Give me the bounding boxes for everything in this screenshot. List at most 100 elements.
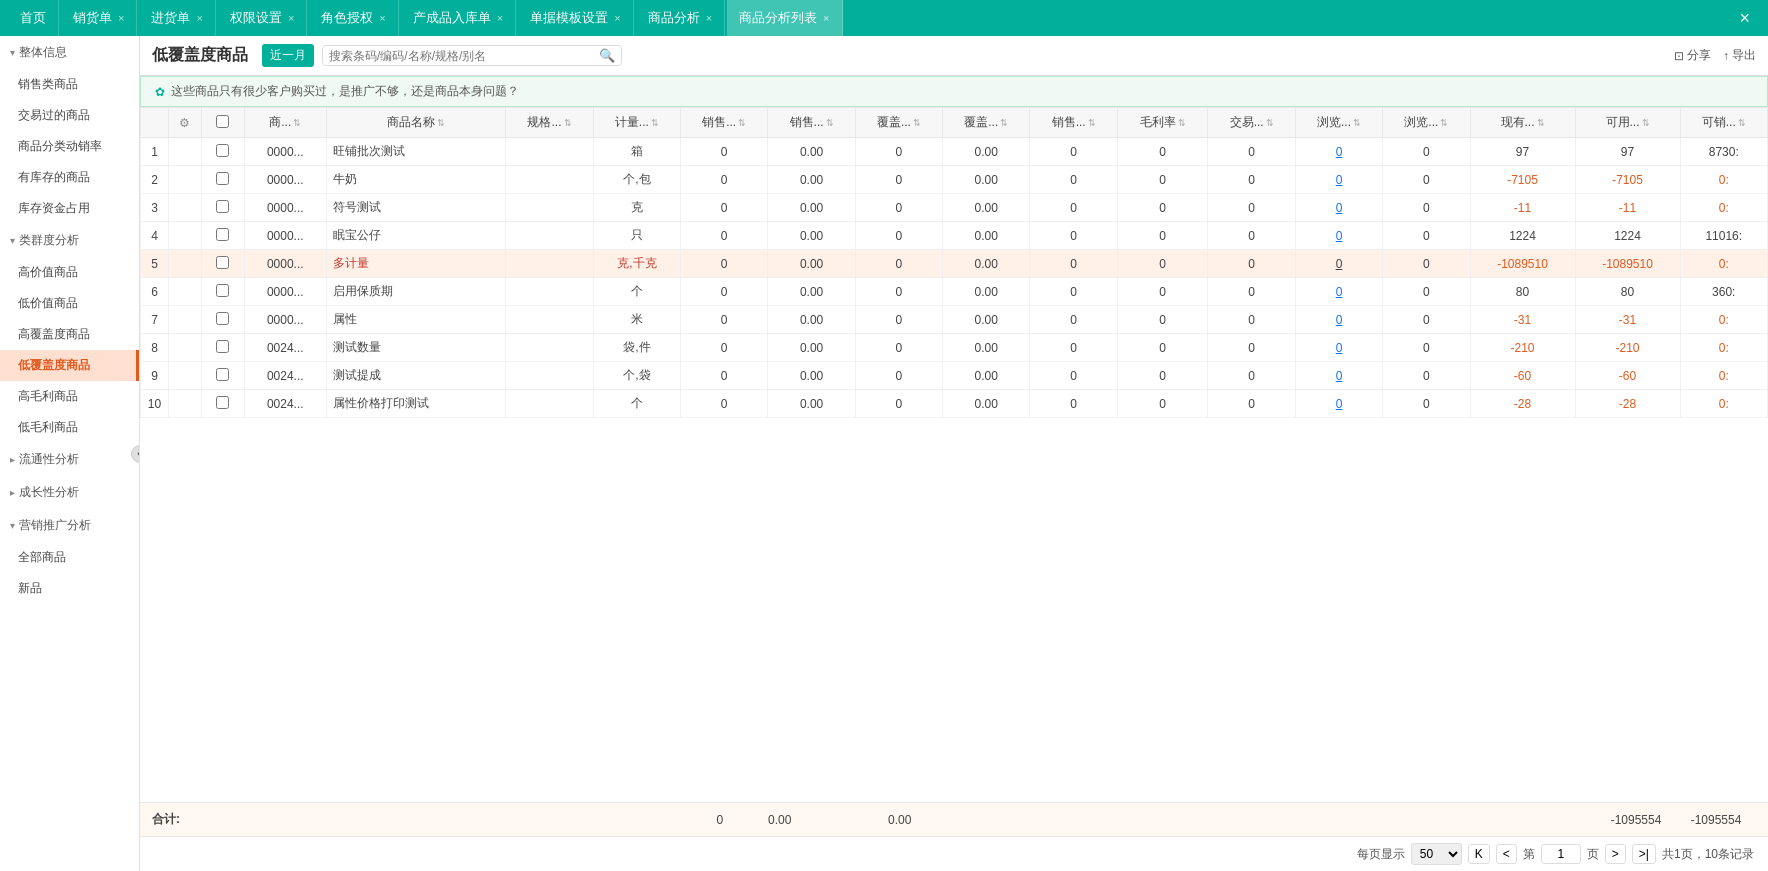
row-name-6: 启用保质期 <box>326 278 506 306</box>
sidebar-item-全部商品[interactable]: 全部商品 <box>0 542 139 573</box>
row-checkbox-7[interactable] <box>216 312 229 325</box>
th-coverage2[interactable]: 覆盖...⇅ <box>943 108 1030 138</box>
sidebar-item-低覆盖度商品[interactable]: 低覆盖度商品 <box>0 350 139 381</box>
per-page-select[interactable]: 2050100 <box>1411 843 1462 865</box>
next-page-button[interactable]: > <box>1605 844 1626 864</box>
sidebar-section-4[interactable]: ▾营销推广分析 <box>0 509 139 542</box>
sidebar-item-高毛利商品[interactable]: 高毛利商品 <box>0 381 139 412</box>
row-sales-cnt-5: 0 <box>1030 250 1117 278</box>
window-close-button[interactable]: × <box>1729 8 1760 29</box>
nav-tab-close-商品分析列表[interactable]: × <box>823 12 829 24</box>
th-browse2[interactable]: 浏览...⇅ <box>1383 108 1470 138</box>
nav-tab-close-进货单[interactable]: × <box>196 12 202 24</box>
nav-tab-close-销货单[interactable]: × <box>118 12 124 24</box>
nav-tab-商品分析[interactable]: 商品分析× <box>636 0 725 36</box>
row-cov2-3: 0.00 <box>943 194 1030 222</box>
sidebar-item-低毛利商品[interactable]: 低毛利商品 <box>0 412 139 443</box>
row-browse1-7[interactable]: 0 <box>1295 306 1382 334</box>
search-input[interactable] <box>329 49 599 63</box>
sidebar-item-高价值商品[interactable]: 高价值商品 <box>0 257 139 288</box>
th-trans[interactable]: 交易...⇅ <box>1208 108 1295 138</box>
th-code[interactable]: 商...⇅ <box>244 108 326 138</box>
row-settings-5 <box>169 250 202 278</box>
row-checkbox-2[interactable] <box>216 172 229 185</box>
row-checkbox-6[interactable] <box>216 284 229 297</box>
row-checkbox-9[interactable] <box>216 368 229 381</box>
prev-page-button[interactable]: < <box>1496 844 1517 864</box>
row-browse1-5[interactable]: 0 <box>1295 250 1382 278</box>
th-gross_rate[interactable]: 毛利率⇅ <box>1117 108 1208 138</box>
sidebar-item-低价值商品[interactable]: 低价值商品 <box>0 288 139 319</box>
table-row: 60000...启用保质期个00.0000.00000008080360: <box>141 278 1768 306</box>
row-browse1-10[interactable]: 0 <box>1295 390 1382 418</box>
row-browse1-2[interactable]: 0 <box>1295 166 1382 194</box>
th-available[interactable]: 可用...⇅ <box>1575 108 1680 138</box>
nav-tab-close-单据模板设置[interactable]: × <box>614 12 620 24</box>
sidebar-item-交易过的商品[interactable]: 交易过的商品 <box>0 100 139 131</box>
sort-icon-unit: ⇅ <box>651 118 659 128</box>
last-page-button[interactable]: >| <box>1632 844 1656 864</box>
sidebar-item-高覆盖度商品[interactable]: 高覆盖度商品 <box>0 319 139 350</box>
th-spec[interactable]: 规格...⇅ <box>506 108 593 138</box>
sidebar-item-新品[interactable]: 新品 <box>0 573 139 604</box>
th-sellable[interactable]: 可销...⇅ <box>1680 108 1767 138</box>
th-sales_amt[interactable]: 销售...⇅ <box>768 108 855 138</box>
row-checkbox-8[interactable] <box>216 340 229 353</box>
th-sales_cnt[interactable]: 销售...⇅ <box>1030 108 1117 138</box>
th-sales_qty[interactable]: 销售...⇅ <box>681 108 768 138</box>
row-checkbox-4[interactable] <box>216 228 229 241</box>
row-browse1-8[interactable]: 0 <box>1295 334 1382 362</box>
section-arrow-1: ▾ <box>10 235 15 246</box>
nav-tab-close-商品分析[interactable]: × <box>706 12 712 24</box>
row-browse1-9[interactable]: 0 <box>1295 362 1382 390</box>
nav-tab-商品分析列表[interactable]: 商品分析列表× <box>727 0 842 36</box>
row-settings-7 <box>169 306 202 334</box>
row-spec-1 <box>506 138 593 166</box>
settings-icon[interactable]: ⚙ <box>179 116 190 130</box>
row-trans-6: 0 <box>1208 278 1295 306</box>
nav-tab-close-产成品入库单[interactable]: × <box>497 12 503 24</box>
nav-tab-单据模板设置[interactable]: 单据模板设置× <box>518 0 633 36</box>
sidebar-section-0[interactable]: ▾整体信息 <box>0 36 139 69</box>
main-layout: ▾整体信息销售类商品交易过的商品商品分类动销率有库存的商品库存资金占用▾类群度分… <box>0 36 1768 871</box>
th-browse1[interactable]: 浏览...⇅ <box>1295 108 1382 138</box>
sidebar-item-销售类商品[interactable]: 销售类商品 <box>0 69 139 100</box>
period-button[interactable]: 近一月 <box>262 44 314 67</box>
sidebar-section-2[interactable]: ▸流通性分析 <box>0 443 139 476</box>
th-current[interactable]: 现有...⇅ <box>1470 108 1575 138</box>
export-button[interactable]: ↑ 导出 <box>1723 47 1756 64</box>
row-checkbox-3[interactable] <box>216 200 229 213</box>
row-browse1-1[interactable]: 0 <box>1295 138 1382 166</box>
nav-tab-角色授权[interactable]: 角色授权× <box>309 0 398 36</box>
row-browse1-6[interactable]: 0 <box>1295 278 1382 306</box>
th-name[interactable]: 商品名称⇅ <box>326 108 506 138</box>
nav-tab-产成品入库单[interactable]: 产成品入库单× <box>401 0 516 36</box>
row-current-4: 1224 <box>1470 222 1575 250</box>
nav-tab-权限设置[interactable]: 权限设置× <box>218 0 307 36</box>
nav-tab-close-权限设置[interactable]: × <box>288 12 294 24</box>
row-browse1-4[interactable]: 0 <box>1295 222 1382 250</box>
current-page-input[interactable] <box>1541 844 1581 864</box>
row-num-2: 2 <box>141 166 169 194</box>
sidebar-item-有库存的商品[interactable]: 有库存的商品 <box>0 162 139 193</box>
nav-tab-首页[interactable]: 首页 <box>8 0 59 36</box>
th-unit[interactable]: 计量...⇅ <box>593 108 680 138</box>
sidebar-section-1[interactable]: ▾类群度分析 <box>0 224 139 257</box>
sidebar-item-库存资金占用[interactable]: 库存资金占用 <box>0 193 139 224</box>
sidebar-section-label-4: 营销推广分析 <box>19 517 91 534</box>
row-checkbox-1[interactable] <box>216 144 229 157</box>
first-page-button[interactable]: K <box>1468 844 1490 864</box>
th-coverage1[interactable]: 覆盖...⇅ <box>855 108 942 138</box>
row-browse1-3[interactable]: 0 <box>1295 194 1382 222</box>
table-wrapper[interactable]: ⚙商...⇅商品名称⇅规格...⇅计量...⇅销售...⇅销售...⇅覆盖...… <box>140 107 1768 802</box>
row-checkbox-5[interactable] <box>216 256 229 269</box>
share-button[interactable]: ⊡ 分享 <box>1674 47 1711 64</box>
nav-tab-close-角色授权[interactable]: × <box>379 12 385 24</box>
sidebar-section-3[interactable]: ▸成长性分析 <box>0 476 139 509</box>
row-checkbox-10[interactable] <box>216 396 229 409</box>
sidebar-item-商品分类动销率[interactable]: 商品分类动销率 <box>0 131 139 162</box>
row-spec-3 <box>506 194 593 222</box>
nav-tab-销货单[interactable]: 销货单× <box>61 0 137 36</box>
nav-tab-进货单[interactable]: 进货单× <box>139 0 215 36</box>
select-all-checkbox[interactable] <box>216 115 229 128</box>
